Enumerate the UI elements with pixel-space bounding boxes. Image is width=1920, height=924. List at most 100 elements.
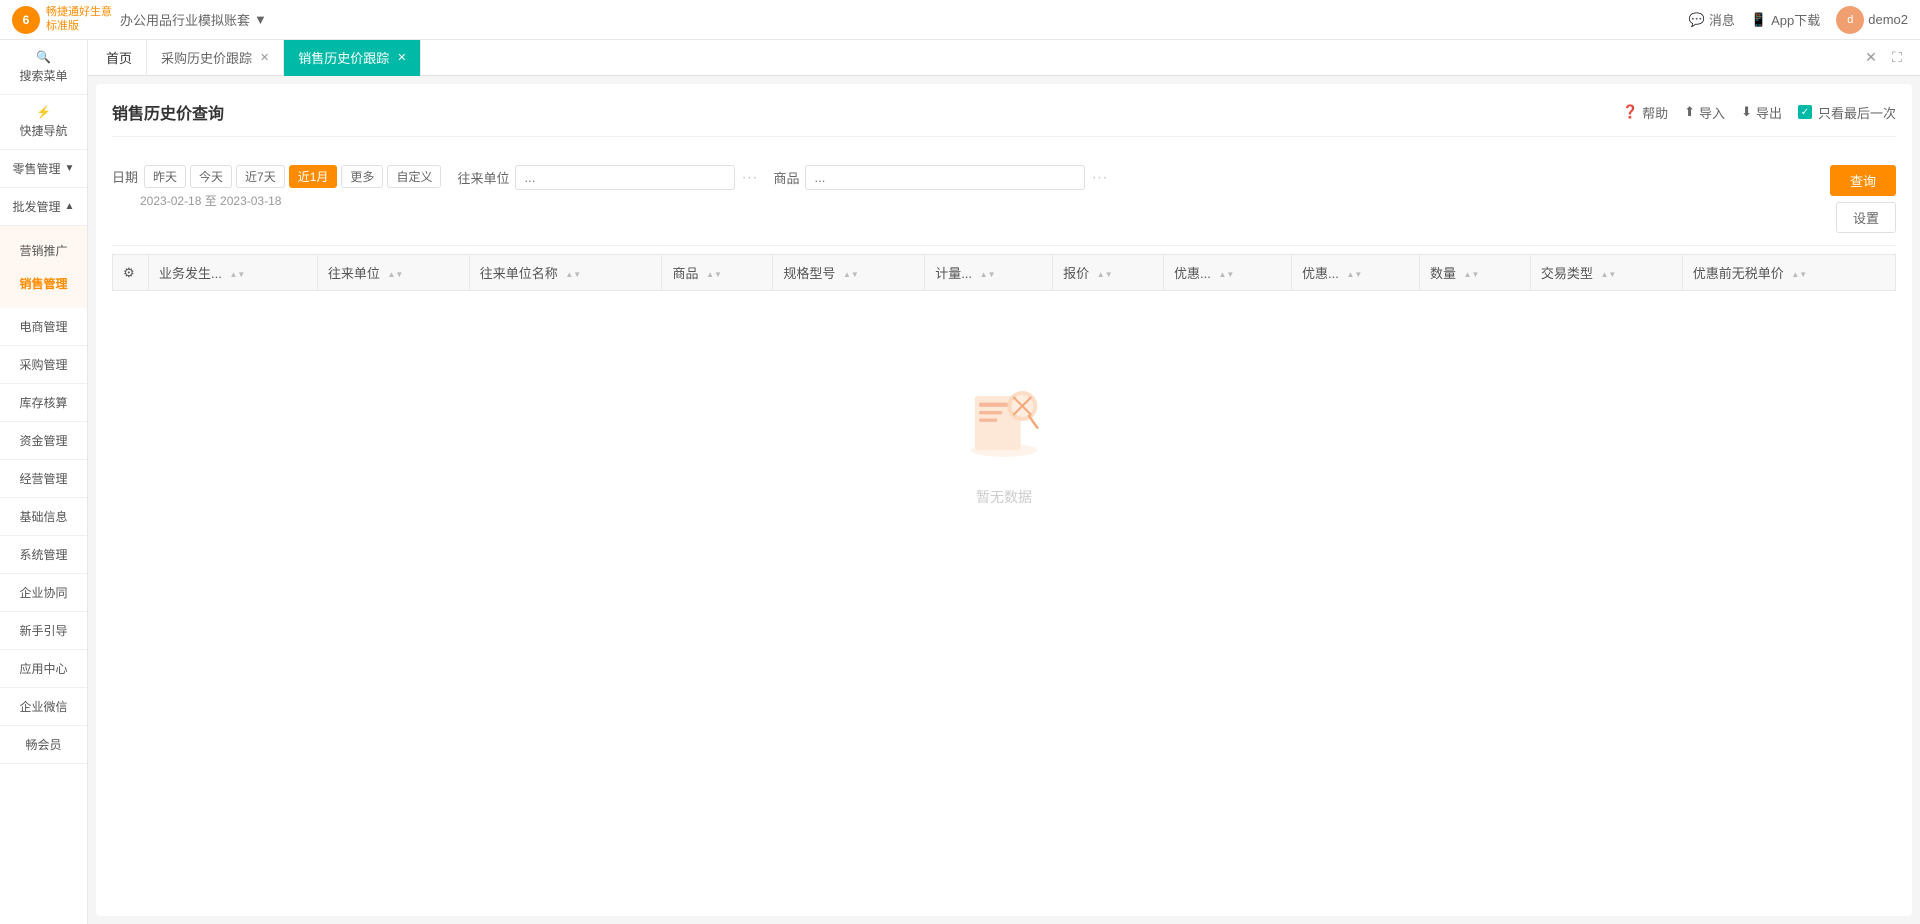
sidebar-item-search-menu[interactable]: 🔍 搜索菜单 (0, 40, 87, 95)
sidebar-item-label: 应用中心 (19, 660, 67, 677)
page-title-row: 销售历史价查询 ❓ 帮助 ⬆ 导入 ⬇ 导出 ✓ (112, 100, 1896, 137)
counterpart-input[interactable] (515, 165, 735, 190)
sidebar-item-retail-mgmt[interactable]: 零售管理 ▼ (0, 150, 87, 188)
sidebar-item-label: 库存核算 (19, 394, 67, 411)
filter-right-actions: 查询 设置 (1830, 165, 1896, 233)
empty-state: 暂无数据 (112, 291, 1896, 587)
only-last-toggle[interactable]: ✓ 只看最后一次 (1798, 103, 1896, 122)
settings-btn[interactable]: 设置 (1836, 202, 1896, 233)
msg-icon: 💬 (1689, 12, 1705, 28)
tab-close-purchase[interactable]: ✕ (260, 51, 269, 64)
col-counterpart-code[interactable]: 往来单位 ▲▼ (317, 255, 469, 291)
col-pretax-price[interactable]: 优惠前无税单价 ▲▼ (1682, 255, 1895, 291)
col-goods[interactable]: 商品 ▲▼ (662, 255, 773, 291)
logo-area: 6 畅捷通好生意 标准版 (12, 6, 112, 34)
page-content: 销售历史价查询 ❓ 帮助 ⬆ 导入 ⬇ 导出 ✓ (96, 84, 1912, 916)
date-btn-1month[interactable]: 近1月 (289, 165, 338, 188)
date-label: 日期 (112, 167, 138, 186)
sidebar: 🔍 搜索菜单 ⚡ 快捷导航 零售管理 ▼ 批发管理 ▲ 营销推广 销售管理 电商… (0, 40, 88, 924)
sort-icon-spec: ▲▼ (843, 271, 859, 279)
import-btn[interactable]: ⬆ 导入 (1684, 103, 1725, 122)
date-btn-more[interactable]: 更多 (341, 165, 383, 188)
search-menu-icon: 🔍 (36, 50, 51, 64)
sidebar-item-inventory[interactable]: 库存核算 (0, 384, 87, 422)
sidebar-item-wholesale-mgmt[interactable]: 批发管理 ▲ (0, 188, 87, 226)
tab-close-sales[interactable]: ✕ (397, 51, 406, 64)
sidebar-item-label: 搜索菜单 (19, 67, 67, 84)
sidebar-item-system[interactable]: 系统管理 (0, 536, 87, 574)
empty-text: 暂无数据 (976, 487, 1032, 507)
filter-main-row: 日期 昨天 今天 近7天 近1月 更多 自定义 2023-02-18 至 202… (112, 165, 1896, 233)
sidebar-item-finance[interactable]: 资金管理 (0, 422, 87, 460)
col-counterpart-name[interactable]: 往来单位名称 ▲▼ (469, 255, 662, 291)
sidebar-item-operations[interactable]: 经营管理 (0, 460, 87, 498)
col-quantity[interactable]: 数量 ▲▼ (1419, 255, 1530, 291)
sort-icon-goods: ▲▼ (706, 271, 722, 279)
tab-sales-history[interactable]: 销售历史价跟踪 ✕ (284, 40, 421, 76)
table-header-row: ⚙ 业务发生... ▲▼ 往来单位 ▲▼ 往来单位名称 ▲▼ (113, 255, 1896, 291)
sidebar-item-label: 企业微信 (19, 698, 67, 715)
tab-purchase-history[interactable]: 采购历史价跟踪 ✕ (147, 40, 284, 76)
empty-illustration (954, 371, 1054, 471)
sidebar-item-quick-nav[interactable]: ⚡ 快捷导航 (0, 95, 87, 150)
query-btn[interactable]: 查询 (1830, 165, 1896, 196)
col-settings[interactable]: ⚙ (113, 255, 149, 291)
col-trade-type[interactable]: 交易类型 ▲▼ (1530, 255, 1682, 291)
sidebar-item-enterprise-agreement[interactable]: 企业协同 (0, 574, 87, 612)
col-biz-date[interactable]: 业务发生... ▲▼ (149, 255, 318, 291)
tab-close-all-btn[interactable]: ✕ (1860, 47, 1882, 69)
date-btn-custom[interactable]: 自定义 (387, 165, 441, 188)
sidebar-item-label: 企业协同 (19, 584, 67, 601)
col-quote[interactable]: 报价 ▲▼ (1053, 255, 1164, 291)
tab-home[interactable]: 首页 (92, 40, 147, 76)
topbar-right: 💬 消息 📱 App下载 d demo2 (1689, 6, 1908, 34)
app-download-btn[interactable]: 📱 App下载 (1751, 10, 1820, 29)
sidebar-item-app-center[interactable]: 应用中心 (0, 650, 87, 688)
sidebar-item-ecommerce[interactable]: 电商管理 (0, 308, 87, 346)
col-unit[interactable]: 计量... ▲▼ (925, 255, 1053, 291)
col-discount1[interactable]: 优惠... ▲▼ (1164, 255, 1292, 291)
sidebar-sub-marketing[interactable]: 营销推广 (0, 234, 87, 267)
dropdown-icon[interactable]: ▼ (254, 12, 267, 27)
sidebar-item-label: 系统管理 (19, 546, 67, 563)
col-spec[interactable]: 规格型号 ▲▼ (773, 255, 925, 291)
goods-input[interactable] (805, 165, 1085, 190)
sort-icon-pretax-price: ▲▼ (1791, 271, 1807, 279)
sidebar-item-purchase[interactable]: 采购管理 (0, 346, 87, 384)
sidebar-item-basic-info[interactable]: 基础信息 (0, 498, 87, 536)
wholesale-arrow-icon: ▲ (65, 201, 75, 212)
goods-filter-group: 商品 ··· (773, 165, 1107, 190)
date-range-text: 2023-02-18 至 2023-03-18 (140, 192, 441, 209)
tab-maximize-btn[interactable]: ⛶ (1886, 47, 1908, 69)
sidebar-item-vip[interactable]: 畅会员 (0, 726, 87, 764)
sort-icon-discount1: ▲▼ (1219, 271, 1235, 279)
counterpart-more-icon[interactable]: ··· (741, 169, 757, 187)
user-area[interactable]: d demo2 (1836, 6, 1908, 34)
date-btn-today[interactable]: 今天 (190, 165, 232, 188)
sidebar-item-label: 采购管理 (19, 356, 67, 373)
settings-icon[interactable]: ⚙ (123, 265, 135, 280)
col-discount2[interactable]: 优惠... ▲▼ (1292, 255, 1420, 291)
content-area: 首页 采购历史价跟踪 ✕ 销售历史价跟踪 ✕ ✕ ⛶ 销售历史价查询 (88, 40, 1920, 924)
only-last-checkbox[interactable]: ✓ (1798, 105, 1812, 119)
export-btn[interactable]: ⬇ 导出 (1741, 103, 1782, 122)
date-shortcuts-row: 日期 昨天 今天 近7天 近1月 更多 自定义 (112, 165, 441, 188)
date-btn-yesterday[interactable]: 昨天 (144, 165, 186, 188)
sidebar-item-enterprise-wechat[interactable]: 企业微信 (0, 688, 87, 726)
main-layout: 🔍 搜索菜单 ⚡ 快捷导航 零售管理 ▼ 批发管理 ▲ 营销推广 销售管理 电商… (0, 40, 1920, 924)
goods-more-icon[interactable]: ··· (1091, 169, 1107, 187)
tab-actions: ✕ ⛶ (1860, 47, 1916, 69)
date-filter-group: 日期 昨天 今天 近7天 近1月 更多 自定义 2023-02-18 至 202… (112, 165, 441, 209)
help-btn[interactable]: ❓ 帮助 (1622, 103, 1668, 122)
sidebar-item-label: 畅会员 (25, 736, 61, 753)
sort-icon-trade-type: ▲▼ (1601, 271, 1617, 279)
phone-icon: 📱 (1751, 12, 1767, 28)
date-btn-7days[interactable]: 近7天 (236, 165, 285, 188)
sidebar-item-new-user-guide[interactable]: 新手引导 (0, 612, 87, 650)
sort-icon-quantity: ▲▼ (1464, 271, 1480, 279)
msg-btn[interactable]: 💬 消息 (1689, 10, 1735, 29)
sidebar-sub-sales-mgmt[interactable]: 销售管理 (0, 267, 87, 300)
sidebar-item-label: 零售管理 (13, 160, 61, 177)
avatar: d (1836, 6, 1864, 34)
sidebar-item-label: 快捷导航 (19, 122, 67, 139)
